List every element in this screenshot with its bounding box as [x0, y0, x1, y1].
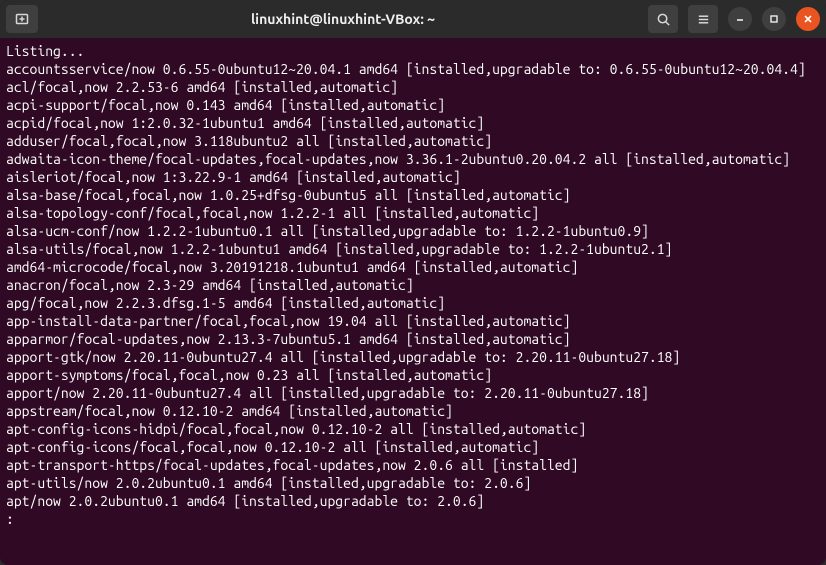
terminal-line: appstream/focal,now 0.12.10-2 amd64 [ins… [6, 402, 820, 420]
search-icon [656, 12, 671, 27]
terminal-line: apport/now 2.20.11-0ubuntu27.4 all [inst… [6, 384, 820, 402]
close-icon [803, 14, 813, 24]
titlebar-left [6, 5, 38, 33]
minimize-icon [735, 14, 745, 24]
terminal-line: apt-utils/now 2.0.2ubuntu0.1 amd64 [inst… [6, 474, 820, 492]
terminal-line: adwaita-icon-theme/focal-updates,focal-u… [6, 150, 820, 168]
terminal-line: acpi-support/focal,now 0.143 amd64 [inst… [6, 96, 820, 114]
maximize-button[interactable] [762, 7, 786, 31]
terminal-line: apt-config-icons-hidpi/focal,focal,now 0… [6, 420, 820, 438]
search-button[interactable] [648, 5, 678, 33]
window-title: linuxhint@linuxhint-VBox: ~ [44, 11, 642, 27]
titlebar-right [648, 5, 820, 33]
menu-button[interactable] [688, 5, 718, 33]
terminal-line: amd64-microcode/focal,now 3.20191218.1ub… [6, 258, 820, 276]
new-tab-button[interactable] [6, 5, 38, 33]
terminal-line: apt/now 2.0.2ubuntu0.1 amd64 [installed,… [6, 492, 820, 510]
terminal-line: aisleriot/focal,now 1:3.22.9-1 amd64 [in… [6, 168, 820, 186]
terminal-line: alsa-topology-conf/focal,focal,now 1.2.2… [6, 204, 820, 222]
terminal-line: accountsservice/now 0.6.55-0ubuntu12~20.… [6, 60, 820, 78]
terminal-line: anacron/focal,now 2.3-29 amd64 [installe… [6, 276, 820, 294]
terminal-line: apport-symptoms/focal,focal,now 0.23 all… [6, 366, 820, 384]
terminal-line: apt-config-icons/focal,focal,now 0.12.10… [6, 438, 820, 456]
terminal-line: alsa-ucm-conf/now 1.2.2-1ubuntu0.1 all [… [6, 222, 820, 240]
maximize-icon [769, 14, 779, 24]
terminal-line: adduser/focal,focal,now 3.118ubuntu2 all… [6, 132, 820, 150]
terminal-line: acl/focal,now 2.2.53-6 amd64 [installed,… [6, 78, 820, 96]
terminal-line: apg/focal,now 2.2.3.dfsg.1-5 amd64 [inst… [6, 294, 820, 312]
terminal-output[interactable]: Listing...accountsservice/now 0.6.55-0ub… [0, 38, 826, 565]
terminal-line: apport-gtk/now 2.20.11-0ubuntu27.4 all [… [6, 348, 820, 366]
new-tab-icon [14, 11, 30, 27]
terminal-line: acpid/focal,now 1:2.0.32-1ubuntu1 amd64 … [6, 114, 820, 132]
terminal-line: apt-transport-https/focal-updates,focal-… [6, 456, 820, 474]
terminal-line: : [6, 510, 820, 528]
close-button[interactable] [796, 7, 820, 31]
minimize-button[interactable] [728, 7, 752, 31]
terminal-line: app-install-data-partner/focal,focal,now… [6, 312, 820, 330]
terminal-window: linuxhint@linuxhint-VBox: ~ [0, 0, 826, 565]
hamburger-icon [696, 12, 711, 27]
titlebar: linuxhint@linuxhint-VBox: ~ [0, 0, 826, 38]
terminal-line: alsa-utils/focal,now 1.2.2-1ubuntu1 amd6… [6, 240, 820, 258]
terminal-line: apparmor/focal-updates,now 2.13.3-7ubunt… [6, 330, 820, 348]
terminal-line: Listing... [6, 42, 820, 60]
terminal-line: alsa-base/focal,focal,now 1.0.25+dfsg-0u… [6, 186, 820, 204]
